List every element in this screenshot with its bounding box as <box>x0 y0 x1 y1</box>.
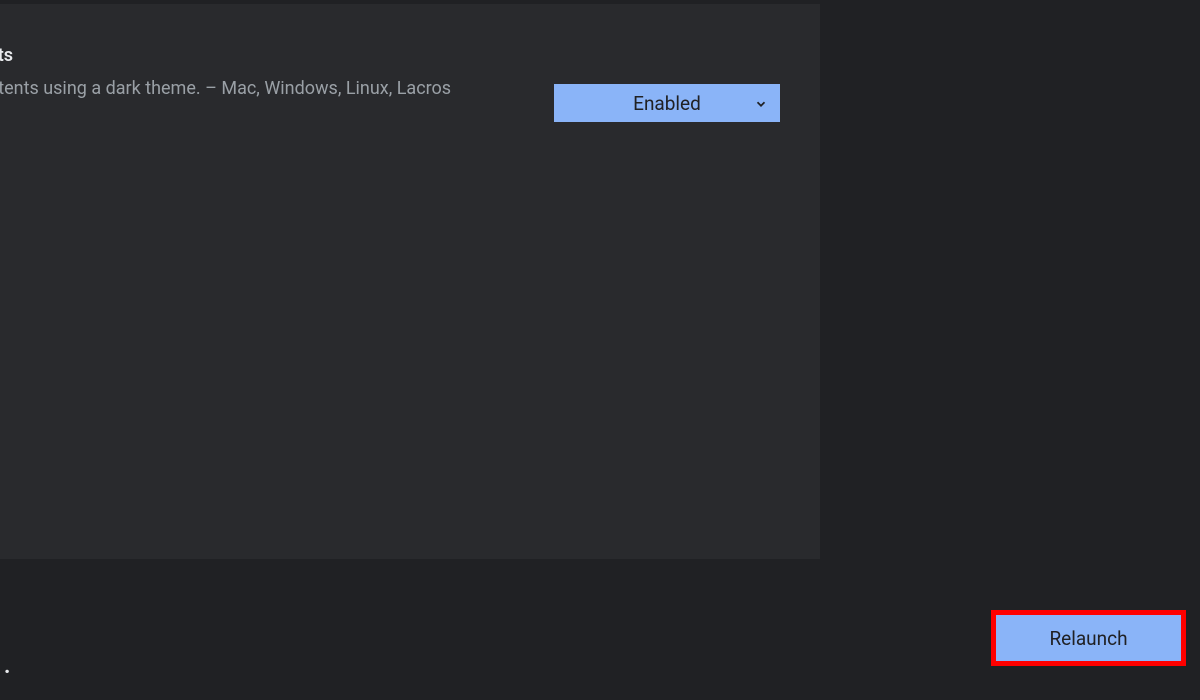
footer-text-fragment: . <box>4 654 10 679</box>
flag-title: ents <box>0 44 524 67</box>
relaunch-highlight: Relaunch <box>991 610 1186 666</box>
flag-description: ontents using a dark theme. – Mac, Windo… <box>0 75 524 102</box>
flag-select-column: Enabled <box>554 44 780 122</box>
flag-state-dropdown[interactable]: Enabled <box>554 84 780 122</box>
flag-text-column: ents ontents using a dark theme. – Mac, … <box>0 44 554 102</box>
chevron-down-icon <box>754 96 768 110</box>
flag-state-dropdown-label: Enabled <box>633 92 701 115</box>
flag-row: ents ontents using a dark theme. – Mac, … <box>0 44 820 122</box>
relaunch-button[interactable]: Relaunch <box>996 615 1181 661</box>
flags-content-panel: ents ontents using a dark theme. – Mac, … <box>0 4 820 559</box>
